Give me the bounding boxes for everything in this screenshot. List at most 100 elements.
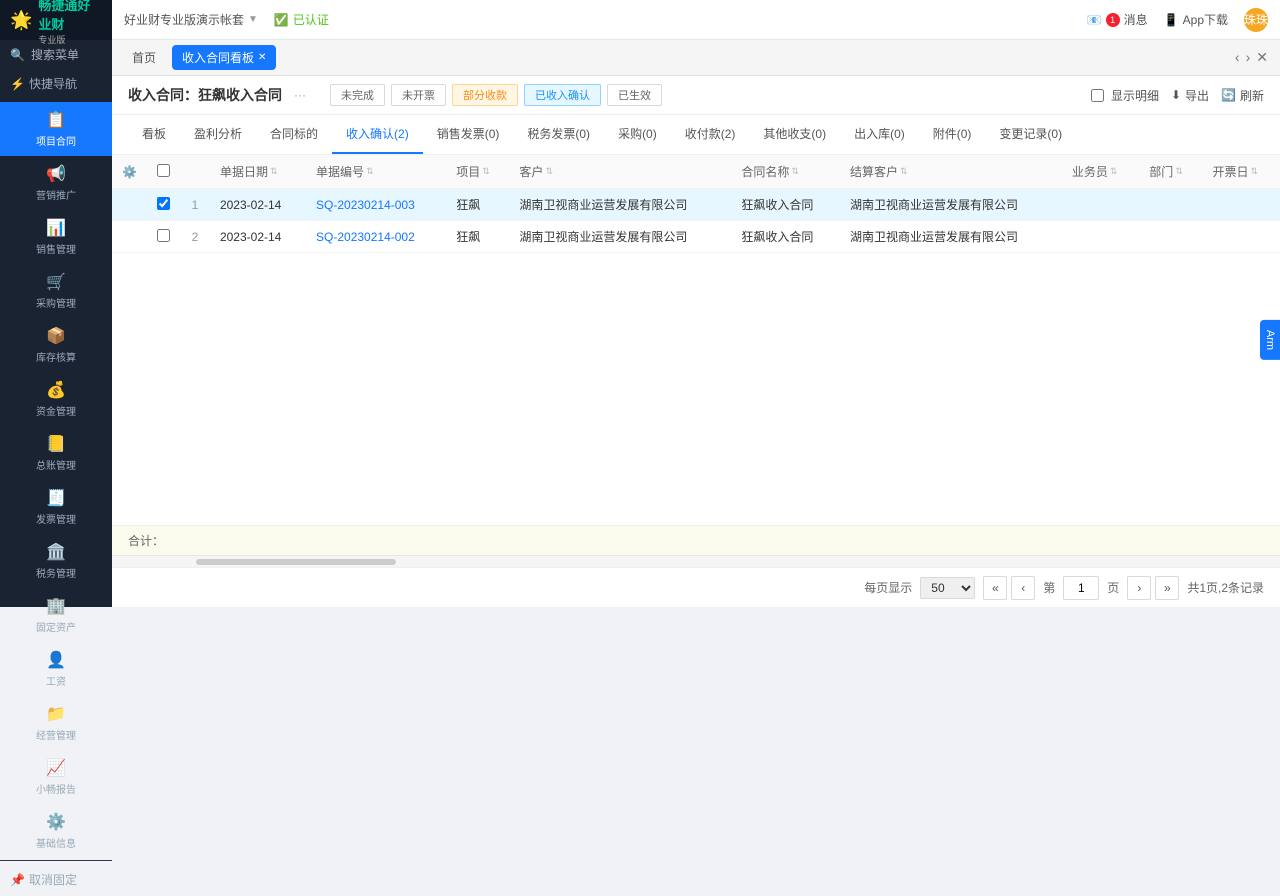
status-effective[interactable]: 已生效 [607, 84, 662, 106]
row1-select[interactable] [157, 197, 170, 210]
sort-customer-icon: ⇅ [545, 166, 553, 177]
th-project[interactable]: 项目 ⇅ [446, 155, 509, 189]
sales-icon: 📊 [46, 218, 66, 238]
sub-tab-purchase[interactable]: 采购(0) [604, 115, 671, 154]
sub-tab-sales-invoice[interactable]: 销售发票(0) [423, 115, 514, 154]
next-page-btn[interactable]: › [1127, 576, 1151, 600]
sidebar-item-label-sales: 销售管理 [36, 241, 76, 256]
row2-doc-no-link[interactable]: SQ-20230214-002 [316, 230, 415, 244]
sub-tab-profit[interactable]: 盈利分析 [180, 115, 256, 154]
prev-page-btn[interactable]: ‹ [1011, 576, 1035, 600]
sort-date-icon: ⇅ [270, 166, 278, 177]
refresh-action[interactable]: 🔄 刷新 [1221, 87, 1264, 104]
sidebar-item-invoice[interactable]: 🧾 发票管理 [0, 480, 112, 534]
sidebar-quick-nav[interactable]: ⚡ 快捷导航 [0, 69, 112, 98]
pagination: 每页显示 50 10 20 100 « ‹ 第 页 › [112, 567, 1280, 607]
fix-label: 取消固定 [29, 871, 77, 888]
horizontal-scrollbar[interactable] [112, 555, 1280, 567]
table-row[interactable]: 1 2023-02-14 SQ-20230214-003 狂飙 湖南卫视商业运营… [112, 189, 1280, 221]
sub-tab-other[interactable]: 其他收支(0) [749, 115, 840, 154]
gear-icon[interactable]: ⚙️ [122, 165, 137, 179]
th-date[interactable]: 单据日期 ⇅ [210, 155, 306, 189]
row2-checkbox[interactable] [147, 221, 180, 253]
sort-salesman-icon: ⇅ [1110, 166, 1118, 177]
sidebar-search[interactable]: 🔍 搜索菜单 [0, 40, 112, 69]
th-gear: ⚙️ [112, 155, 147, 189]
user-avatar[interactable]: 珠珠 [1244, 8, 1268, 32]
show-detail-action[interactable]: 显示明细 [1091, 87, 1159, 104]
right-panel-btn[interactable]: Arm [1260, 320, 1280, 360]
sub-tab-payment[interactable]: 收付款(2) [671, 115, 750, 154]
row1-doc-no[interactable]: SQ-20230214-003 [306, 189, 446, 221]
status-partial[interactable]: 部分收款 [452, 84, 518, 106]
th-doc-date2[interactable]: 开票日 ⇅ [1203, 155, 1280, 189]
message-icon: 📧 [1087, 13, 1102, 27]
page-label-before: 第 [1039, 579, 1059, 596]
hr-icon: 👤 [46, 650, 66, 670]
sidebar-item-purchase[interactable]: 🛒 采购管理 [0, 264, 112, 318]
sub-tab-outbound[interactable]: 出入库(0) [840, 115, 919, 154]
sidebar-fix-btn[interactable]: 📌 取消固定 [0, 863, 112, 896]
status-uninvoiced[interactable]: 未开票 [391, 84, 446, 106]
sidebar-item-report[interactable]: 📈 小畅报告 [0, 750, 112, 804]
th-project-label: 项目 [456, 163, 480, 180]
sidebar-item-fixed[interactable]: 🏢 固定资产 [0, 588, 112, 642]
tab-prev-btn[interactable]: ‹ [1235, 49, 1240, 66]
contract-title: 收入合同：狂飙收入合同 [128, 85, 282, 105]
status-incomplete[interactable]: 未完成 [330, 84, 385, 106]
th-salesman[interactable]: 业务员 ⇅ [1062, 155, 1139, 189]
row2-doc-no[interactable]: SQ-20230214-002 [306, 221, 446, 253]
per-page-label: 每页显示 [864, 579, 912, 596]
sidebar-item-finance[interactable]: 💰 资金管理 [0, 372, 112, 426]
tab-contract-label: 收入合同看板 [182, 49, 254, 66]
sub-tab-standard[interactable]: 合同标的 [256, 115, 332, 154]
th-department[interactable]: 部门 ⇅ [1139, 155, 1202, 189]
sidebar-item-general[interactable]: 📒 总账管理 [0, 426, 112, 480]
sidebar-item-tax[interactable]: 🏛️ 税务管理 [0, 534, 112, 588]
app-download-btn[interactable]: 📱 App下载 [1164, 11, 1228, 28]
tab-next-btn[interactable]: › [1246, 49, 1251, 66]
sidebar-item-marketing[interactable]: 📢 营销推广 [0, 156, 112, 210]
sub-tab-tax-invoice[interactable]: 税务发票(0) [513, 115, 604, 154]
row2-date: 2023-02-14 [210, 221, 306, 253]
th-contract-name[interactable]: 合同名称 ⇅ [731, 155, 840, 189]
first-page-btn[interactable]: « [983, 576, 1007, 600]
sidebar-item-sales[interactable]: 📊 销售管理 [0, 210, 112, 264]
sidebar-item-hr[interactable]: 👤 工资 [0, 642, 112, 696]
tab-close-icon[interactable]: ✕ [258, 52, 266, 63]
sidebar-item-project[interactable]: 📋 项目合同 [0, 102, 112, 156]
per-page-select[interactable]: 50 10 20 100 [920, 577, 975, 599]
more-btn[interactable]: ··· [294, 88, 306, 102]
message-btn[interactable]: 📧 1 消息 [1087, 11, 1148, 28]
sidebar-item-operations[interactable]: 📁 经营管理 [0, 696, 112, 750]
row1-checkbox[interactable] [147, 189, 180, 221]
status-confirmed[interactable]: 已收入确认 [524, 84, 601, 106]
sub-tab-change-log[interactable]: 变更记录(0) [985, 115, 1076, 154]
company-selector[interactable]: 好业财专业版演示帐套 ▼ [124, 11, 258, 28]
sub-tab-attachment[interactable]: 附件(0) [919, 115, 986, 154]
row2-settle-customer: 湖南卫视商业运营发展有限公司 [840, 221, 1062, 253]
table-row[interactable]: 2 2023-02-14 SQ-20230214-002 狂飙 湖南卫视商业运营… [112, 221, 1280, 253]
th-doc-no[interactable]: 单据编号 ⇅ [306, 155, 446, 189]
th-settle-customer[interactable]: 结算客户 ⇅ [840, 155, 1062, 189]
sub-tab-board[interactable]: 看板 [128, 115, 180, 154]
scrollbar-thumb[interactable] [196, 559, 396, 565]
page-input[interactable] [1063, 576, 1099, 600]
tab-contract[interactable]: 收入合同看板 ✕ [172, 45, 276, 70]
row2-gear [112, 221, 147, 253]
last-page-btn[interactable]: » [1155, 576, 1179, 600]
sidebar-item-basic[interactable]: ⚙️ 基础信息 [0, 804, 112, 858]
tab-home[interactable]: 首页 [124, 45, 164, 70]
row2-select[interactable] [157, 229, 170, 242]
export-action[interactable]: ⬇ 导出 [1171, 87, 1209, 104]
sidebar-item-inventory[interactable]: 📦 库存核算 [0, 318, 112, 372]
th-checkbox [147, 155, 180, 189]
fix-icon: 📌 [10, 873, 25, 887]
row1-doc-no-link[interactable]: SQ-20230214-003 [316, 198, 415, 212]
tab-close-all-btn[interactable]: ✕ [1256, 49, 1268, 66]
show-detail-checkbox[interactable] [1091, 89, 1104, 102]
sub-tab-confirm[interactable]: 收入确认(2) [332, 115, 423, 154]
select-all-checkbox[interactable] [157, 164, 170, 177]
th-date-label: 单据日期 [220, 163, 268, 180]
th-customer[interactable]: 客户 ⇅ [509, 155, 731, 189]
